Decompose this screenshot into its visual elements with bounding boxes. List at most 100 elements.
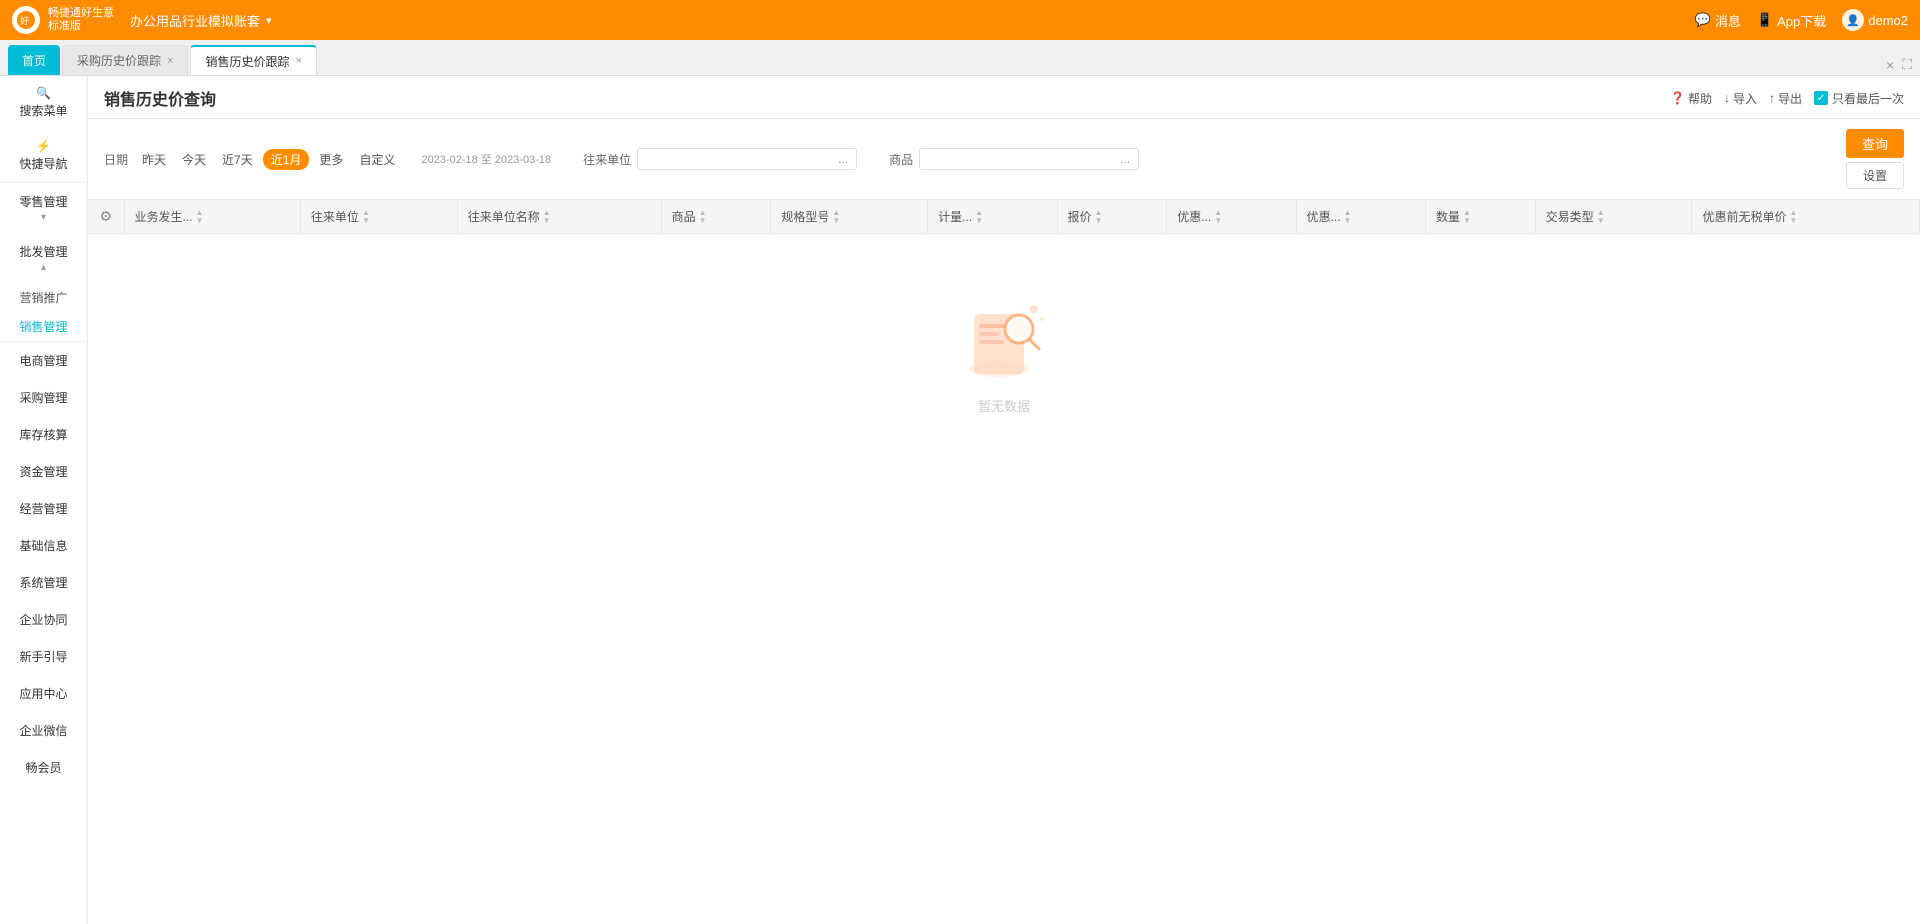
tab-sales-close[interactable]: ×: [295, 55, 301, 67]
sidebar-item-finance[interactable]: 资金管理: [0, 453, 87, 490]
date-btn-7days[interactable]: 近7天: [216, 149, 259, 170]
col-discount1[interactable]: 优惠... ▲▼: [1167, 200, 1296, 234]
sidebar-item-enterprise[interactable]: 企业协同: [0, 601, 87, 638]
sort-arrows-biz-date: ▲▼: [196, 209, 204, 225]
tab-purchase-history[interactable]: 采购历史价跟踪 ×: [62, 45, 188, 75]
goods-ellipsis-btn[interactable]: ...: [1120, 152, 1130, 166]
sort-arrows-discount1: ▲▼: [1214, 209, 1222, 225]
sort-arrows-pre-tax-price: ▲▼: [1790, 209, 1798, 225]
app-title: 办公用品行业模拟账套: [130, 11, 260, 30]
avatar-icon: 👤: [1842, 9, 1864, 31]
counterpart-filter: 往来单位 ...: [583, 148, 857, 170]
query-button[interactable]: 查询: [1846, 129, 1904, 158]
import-icon: ↓: [1724, 91, 1730, 105]
app-download-btn[interactable]: 📱 App下载: [1757, 11, 1826, 30]
tabbar-actions: × ⛶: [1886, 56, 1912, 75]
content-area: 销售历史价查询 ❓ 帮助 ↓ 导入 ↑ 导出 只看最后一次: [88, 76, 1920, 924]
col-pre-tax-price[interactable]: 优惠前无税单价 ▲▼: [1692, 200, 1920, 234]
filter-row: 日期 昨天 今天 近7天 近1月 更多 自定义 2023-02-18 至 202…: [104, 148, 1830, 170]
counterpart-ellipsis-btn[interactable]: ...: [838, 152, 848, 166]
user-avatar[interactable]: 👤 demo2: [1842, 9, 1908, 31]
search-icon: 🔍: [36, 86, 51, 100]
goods-input[interactable]: ...: [919, 148, 1139, 170]
sidebar: 🔍 搜索菜单 ⚡ 快捷导航 零售管理 ▾ 批发管理 ▴ 营销推广 销售管理 电商…: [0, 76, 88, 924]
maximize-btn[interactable]: ⛶: [1902, 56, 1912, 73]
date-range-display: 2023-02-18 至 2023-03-18: [421, 151, 551, 167]
empty-state: 暂无数据: [88, 234, 1920, 475]
sidebar-item-appcenter[interactable]: 应用中心: [0, 675, 87, 712]
help-btn[interactable]: ❓ 帮助: [1670, 90, 1712, 107]
col-unit[interactable]: 计量... ▲▼: [928, 200, 1057, 234]
app-dropdown-icon[interactable]: ▾: [266, 14, 272, 27]
date-btn-custom[interactable]: 自定义: [353, 149, 401, 170]
page-title: 销售历史价查询: [104, 86, 216, 110]
only-last-checkbox-group[interactable]: 只看最后一次: [1814, 90, 1904, 107]
col-biz-date[interactable]: 业务发生... ▲▼: [124, 200, 300, 234]
retail-arrow: ▾: [41, 212, 46, 223]
sort-arrows-goods: ▲▼: [699, 209, 707, 225]
export-icon: ↑: [1769, 91, 1775, 105]
sidebar-item-sales-mgmt[interactable]: 销售管理: [0, 312, 87, 341]
col-discount2[interactable]: 优惠... ▲▼: [1296, 200, 1425, 234]
sidebar-item-wholesale[interactable]: 批发管理 ▴: [0, 233, 87, 283]
date-btn-more[interactable]: 更多: [313, 149, 349, 170]
col-trade-type[interactable]: 交易类型 ▲▼: [1535, 200, 1692, 234]
svg-text:好: 好: [20, 15, 29, 26]
logo-icon: 好: [12, 6, 40, 34]
date-btn-today[interactable]: 今天: [176, 149, 212, 170]
sidebar-item-retail[interactable]: 零售管理 ▾: [0, 182, 87, 233]
gear-icon[interactable]: ⚙: [99, 208, 112, 225]
export-btn[interactable]: ↑ 导出: [1769, 90, 1802, 107]
brand-text: 畅捷通好生意 标准版: [48, 7, 114, 33]
empty-text: 暂无数据: [978, 396, 1030, 415]
date-btn-1month[interactable]: 近1月: [263, 149, 310, 170]
col-goods[interactable]: 商品 ▲▼: [661, 200, 771, 234]
sort-arrows-counterpart-code: ▲▼: [362, 209, 370, 225]
date-buttons: 昨天 今天 近7天 近1月 更多 自定义: [136, 149, 401, 170]
sort-arrows-quoted-price: ▲▼: [1095, 209, 1103, 225]
tab-home-label: 首页: [22, 52, 46, 69]
page-actions: ❓ 帮助 ↓ 导入 ↑ 导出 只看最后一次: [1670, 90, 1904, 107]
sidebar-item-system[interactable]: 系统管理: [0, 564, 87, 601]
data-table: ⚙ 业务发生... ▲▼ 往来单位 ▲▼: [88, 200, 1920, 234]
sort-arrows-counterpart-name: ▲▼: [543, 209, 551, 225]
sidebar-item-inventory[interactable]: 库存核算: [0, 416, 87, 453]
col-counterpart-code[interactable]: 往来单位 ▲▼: [300, 200, 457, 234]
filter-action-buttons: 查询 设置: [1846, 129, 1904, 189]
message-btn[interactable]: 💬 消息: [1695, 11, 1741, 30]
import-btn[interactable]: ↓ 导入: [1724, 90, 1757, 107]
close-all-tabs-btn[interactable]: ×: [1886, 57, 1894, 73]
sort-arrows-quantity: ▲▼: [1463, 209, 1471, 225]
only-last-checkbox[interactable]: [1814, 91, 1828, 105]
col-gear[interactable]: ⚙: [88, 200, 124, 234]
sidebar-item-basic[interactable]: 基础信息: [0, 527, 87, 564]
col-quantity[interactable]: 数量 ▲▼: [1425, 200, 1535, 234]
topbar: 好 畅捷通好生意 标准版 办公用品行业模拟账套 ▾ 💬 消息 📱 App下载 👤…: [0, 0, 1920, 40]
sidebar-item-marketing[interactable]: 营销推广: [0, 283, 87, 312]
download-icon: 📱: [1757, 12, 1773, 28]
sidebar-item-operations[interactable]: 经营管理: [0, 490, 87, 527]
tab-purchase-label: 采购历史价跟踪: [77, 52, 161, 69]
sidebar-item-vip[interactable]: 畅会员: [0, 749, 87, 786]
sort-arrows-unit: ▲▼: [975, 209, 983, 225]
col-spec[interactable]: 规格型号 ▲▼: [771, 200, 928, 234]
tab-sales-history[interactable]: 销售历史价跟踪 ×: [190, 45, 316, 75]
col-counterpart-name[interactable]: 往来单位名称 ▲▼: [457, 200, 661, 234]
table-header: ⚙ 业务发生... ▲▼ 往来单位 ▲▼: [88, 200, 1920, 234]
sidebar-item-guide[interactable]: 新手引导: [0, 638, 87, 675]
tab-purchase-close[interactable]: ×: [167, 55, 173, 67]
topbar-left: 好 畅捷通好生意 标准版: [12, 6, 114, 34]
col-quoted-price[interactable]: 报价 ▲▼: [1057, 200, 1167, 234]
counterpart-input[interactable]: ...: [637, 148, 857, 170]
tab-home[interactable]: 首页: [8, 45, 60, 75]
counterpart-label: 往来单位: [583, 151, 631, 168]
sidebar-item-quicknav[interactable]: ⚡ 快捷导航: [0, 129, 87, 182]
page-header: 销售历史价查询 ❓ 帮助 ↓ 导入 ↑ 导出 只看最后一次: [88, 76, 1920, 119]
sidebar-item-corpwechat[interactable]: 企业微信: [0, 712, 87, 749]
setting-button[interactable]: 设置: [1846, 162, 1904, 189]
sidebar-item-purchase[interactable]: 采购管理: [0, 379, 87, 416]
date-btn-yesterday[interactable]: 昨天: [136, 149, 172, 170]
goods-label: 商品: [889, 151, 913, 168]
sidebar-item-search[interactable]: 🔍 搜索菜单: [0, 76, 87, 129]
sidebar-item-ecommerce[interactable]: 电商管理: [0, 341, 87, 379]
